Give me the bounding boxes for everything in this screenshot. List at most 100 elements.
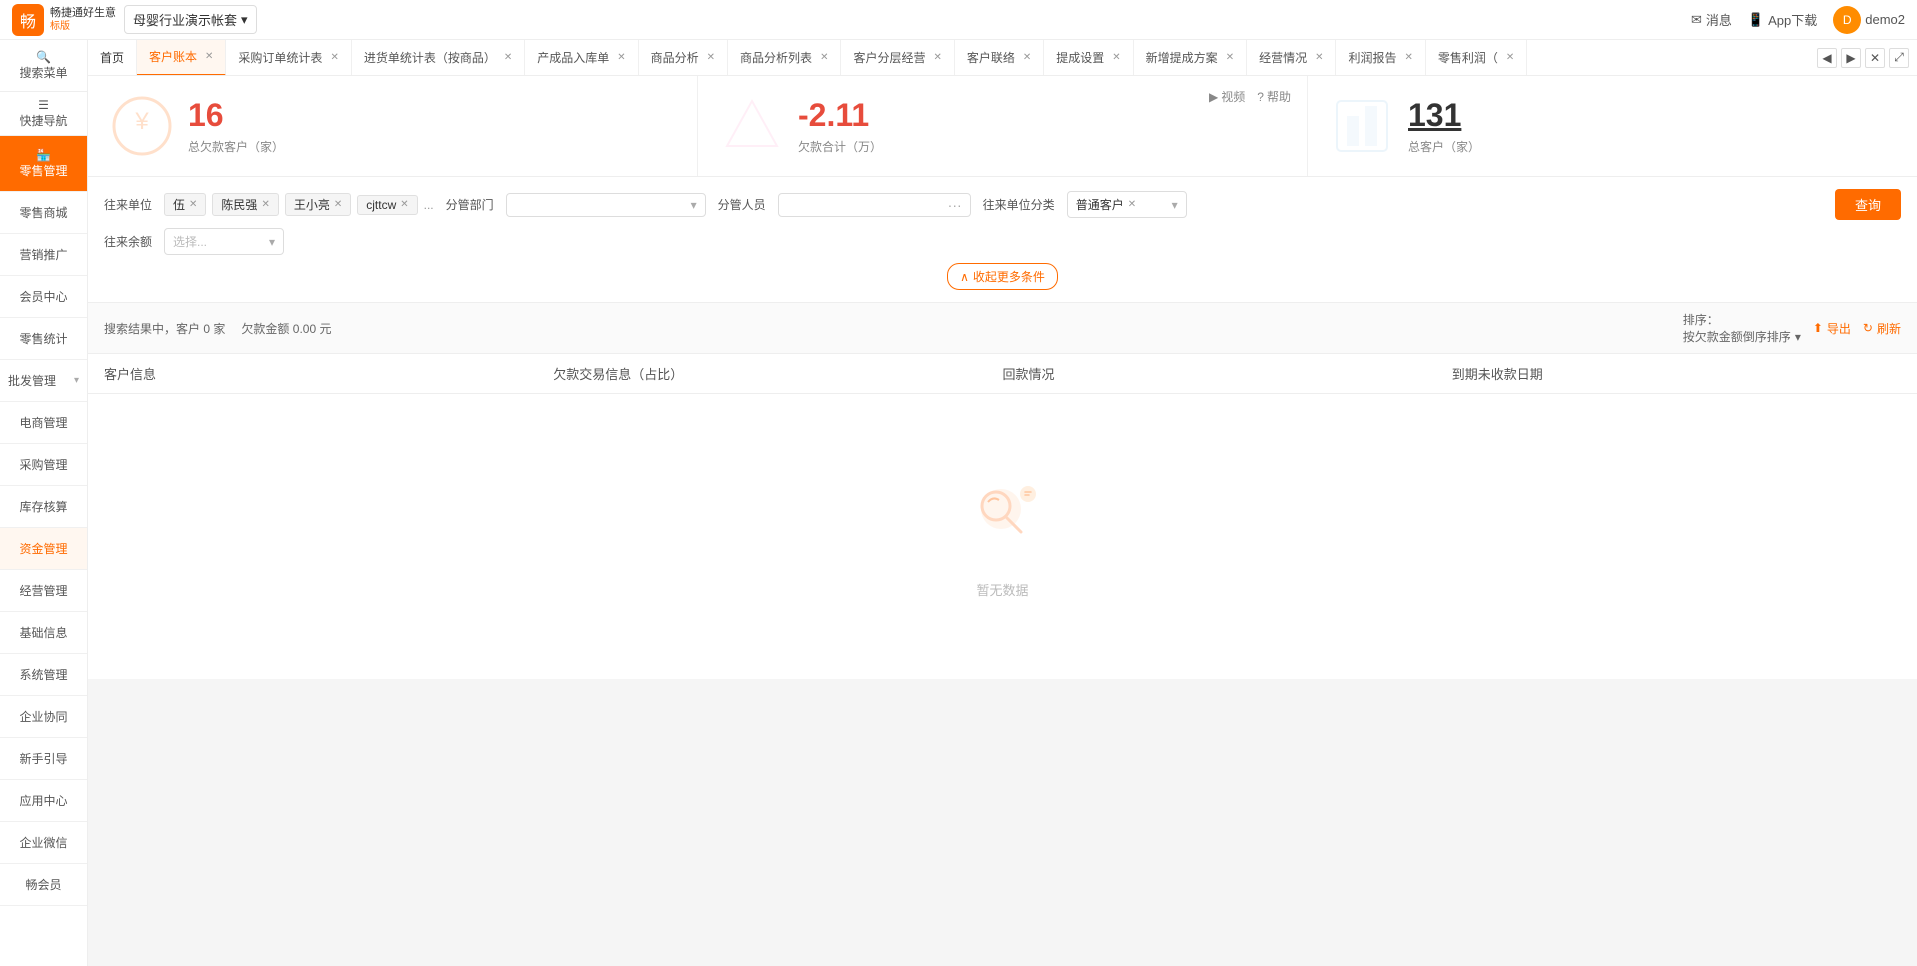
- unit-classify-tag-normal[interactable]: 普通客户 ✕: [1076, 196, 1136, 213]
- unit-tag-chen[interactable]: 陈民强 ✕: [212, 193, 278, 216]
- filter-row-1: 往来单位 伍 ✕ 陈民强 ✕ 王小亮 ✕: [104, 189, 1901, 220]
- tab-right-arrow[interactable]: ▶: [1841, 48, 1861, 68]
- sidebar-item-finance[interactable]: 资金管理: [0, 528, 87, 570]
- sidebar-item-marketing[interactable]: 营销推广: [0, 234, 87, 276]
- top-bar-right: ✉ 消息 📱 App下载 D demo2: [1691, 6, 1905, 34]
- query-button[interactable]: 查询: [1835, 189, 1901, 220]
- tab-retail-profit[interactable]: 零售利润（ ✕: [1426, 40, 1527, 76]
- sidebar-item-wholesale[interactable]: 批发管理 ▾: [0, 360, 87, 402]
- sidebar-item-operations[interactable]: 经营管理: [0, 570, 87, 612]
- more-tags-button[interactable]: ...: [424, 198, 434, 212]
- tab-customer-contact[interactable]: 客户联络 ✕: [955, 40, 1044, 76]
- person-filter-input[interactable]: ···: [778, 193, 971, 217]
- export-button[interactable]: ⬆ 导出: [1813, 320, 1851, 337]
- nav-icon: ☰: [38, 98, 49, 112]
- person-input-field[interactable]: [787, 198, 942, 212]
- sidebar-item-retail-mgmt[interactable]: 🏪 零售管理: [0, 136, 87, 192]
- remove-classify-tag[interactable]: ✕: [1128, 199, 1136, 210]
- sidebar-item-system[interactable]: 系统管理: [0, 654, 87, 696]
- tab-left-arrow[interactable]: ◀: [1817, 48, 1837, 68]
- sidebar-item-purchase[interactable]: 采购管理: [0, 444, 87, 486]
- balance-filter-select[interactable]: 选择... ▾: [164, 228, 284, 255]
- tab-operations[interactable]: 经营情况 ✕: [1247, 40, 1336, 76]
- person-input-dots[interactable]: ···: [948, 197, 962, 213]
- close-tab-icon[interactable]: ✕: [820, 52, 828, 63]
- messages-button[interactable]: ✉ 消息: [1691, 10, 1732, 29]
- dept-filter-select[interactable]: ▾: [506, 193, 706, 217]
- sidebar-item-chang-member[interactable]: 畅会员: [0, 864, 87, 906]
- help-button[interactable]: ? 帮助: [1257, 88, 1291, 105]
- refresh-button[interactable]: ↻ 刷新: [1863, 320, 1901, 337]
- org-selector[interactable]: 母婴行业演示帐套 ▾: [124, 5, 257, 34]
- sidebar-item-member-center[interactable]: 会员中心: [0, 276, 87, 318]
- close-tab-icon[interactable]: ✕: [1315, 52, 1323, 63]
- video-button[interactable]: ▶ 视频: [1209, 88, 1245, 105]
- unit-classify-select[interactable]: 普通客户 ✕ ▾: [1067, 191, 1187, 218]
- tab-close-all[interactable]: ✕: [1865, 48, 1885, 68]
- close-tab-icon[interactable]: ✕: [1226, 52, 1234, 63]
- result-bar-right: 排序： 按欠款金额倒序排序 ▾ ⬆ 导出 ↻ 刷新: [1683, 311, 1901, 345]
- stat-info-debit-customers: 16 总欠款客户（家）: [188, 97, 673, 155]
- result-bar-left: 搜索结果中，客户 0 家 欠款金额 0.00 元: [104, 320, 331, 337]
- content-area: 首页 客户账本 ✕ 采购订单统计表 ✕ 进货单统计表（按商品） ✕ 产成品入库单…: [88, 40, 1917, 966]
- debit-customers-label: 总欠款客户（家）: [188, 138, 673, 155]
- tab-purchase-order-stats[interactable]: 采购订单统计表 ✕: [226, 40, 351, 76]
- download-icon: 📱: [1748, 12, 1764, 28]
- tab-expand[interactable]: ⤢: [1889, 48, 1909, 68]
- tab-home[interactable]: 首页: [88, 40, 137, 76]
- table-header: 客户信息 欠款交易信息（占比） 回款情况 到期未收款日期: [88, 354, 1917, 394]
- tab-profit-report[interactable]: 利润报告 ✕: [1336, 40, 1425, 76]
- unit-filter-tags: 伍 ✕ 陈民强 ✕ 王小亮 ✕ cjttcw ✕: [164, 193, 434, 216]
- sidebar-search[interactable]: 🔍 搜索菜单: [0, 40, 87, 92]
- remove-tag-chen[interactable]: ✕: [261, 199, 269, 210]
- close-tab-icon[interactable]: ✕: [1112, 52, 1120, 63]
- unit-tag-cjttcw[interactable]: cjttcw ✕: [357, 195, 417, 215]
- close-tab-icon[interactable]: ✕: [1405, 52, 1413, 63]
- app-download-button[interactable]: 📱 App下载: [1748, 10, 1817, 29]
- collapse-button[interactable]: ∧ 收起更多条件: [947, 263, 1058, 290]
- chevron-down-icon: ▾: [241, 12, 248, 28]
- sidebar-item-enterprise-wechat[interactable]: 企业微信: [0, 822, 87, 864]
- main-container: 🔍 搜索菜单 ☰ 快捷导航 🏪 零售管理 零售商城 营销推广 会员中心 零售统计…: [0, 40, 1917, 966]
- tab-product-inbound[interactable]: 产成品入库单 ✕: [525, 40, 638, 76]
- remove-tag-cjttcw[interactable]: ✕: [400, 199, 408, 210]
- remove-tag-wu[interactable]: ✕: [189, 199, 197, 210]
- sidebar-item-ecommerce[interactable]: 电商管理: [0, 402, 87, 444]
- filter-collapse-row: ∧ 收起更多条件: [104, 263, 1901, 290]
- tab-product-analysis[interactable]: 商品分析 ✕: [639, 40, 728, 76]
- sort-select[interactable]: 按欠款金额倒序排序 ▾: [1683, 328, 1801, 345]
- search-icon: 🔍: [36, 50, 51, 64]
- unit-tag-wang[interactable]: 王小亮 ✕: [285, 193, 351, 216]
- unit-tag-wu[interactable]: 伍 ✕: [164, 193, 206, 216]
- close-tab-icon[interactable]: ✕: [330, 52, 338, 63]
- sidebar-item-inventory[interactable]: 库存核算: [0, 486, 87, 528]
- close-tab-icon[interactable]: ✕: [1506, 52, 1514, 63]
- close-tab-icon[interactable]: ✕: [1023, 52, 1031, 63]
- nav-tabs: 首页 客户账本 ✕ 采购订单统计表 ✕ 进货单统计表（按商品） ✕ 产成品入库单…: [88, 40, 1917, 76]
- logo-text: 畅捷通好生意 标版: [50, 6, 116, 33]
- tab-commission-setting[interactable]: 提成设置 ✕: [1044, 40, 1133, 76]
- tab-add-commission[interactable]: 新增提成方案 ✕: [1134, 40, 1247, 76]
- top-bar-left: 畅 畅捷通好生意 标版 母婴行业演示帐套 ▾: [12, 4, 257, 36]
- tab-purchase-stats-by-product[interactable]: 进货单统计表（按商品） ✕: [352, 40, 525, 76]
- sidebar-item-retail-stats[interactable]: 零售统计: [0, 318, 87, 360]
- sidebar-item-beginner-guide[interactable]: 新手引导: [0, 738, 87, 780]
- close-tab-icon[interactable]: ✕: [504, 52, 512, 63]
- stat-card-total-customers: 131 总客户（家）: [1308, 76, 1917, 176]
- close-tab-icon[interactable]: ✕: [617, 52, 625, 63]
- close-tab-icon[interactable]: ✕: [707, 52, 715, 63]
- sidebar-item-retail-mall[interactable]: 零售商城: [0, 192, 87, 234]
- close-tab-icon[interactable]: ✕: [205, 51, 213, 62]
- search-result-text: 搜索结果中，客户 0 家: [104, 320, 225, 337]
- sidebar-item-basic-info[interactable]: 基础信息: [0, 612, 87, 654]
- debit-amount-text: 欠款金额 0.00 元: [241, 320, 331, 337]
- tab-customer-ledger[interactable]: 客户账本 ✕: [137, 40, 226, 76]
- close-tab-icon[interactable]: ✕: [933, 52, 941, 63]
- tab-product-analysis-list[interactable]: 商品分析列表 ✕: [728, 40, 841, 76]
- sidebar-quick-nav[interactable]: ☰ 快捷导航: [0, 92, 87, 136]
- sidebar-item-enterprise-collab[interactable]: 企业协同: [0, 696, 87, 738]
- remove-tag-wang[interactable]: ✕: [334, 199, 342, 210]
- tab-customer-tier[interactable]: 客户分层经营 ✕: [841, 40, 954, 76]
- sidebar-item-app-center[interactable]: 应用中心: [0, 780, 87, 822]
- user-menu[interactable]: D demo2: [1833, 6, 1905, 34]
